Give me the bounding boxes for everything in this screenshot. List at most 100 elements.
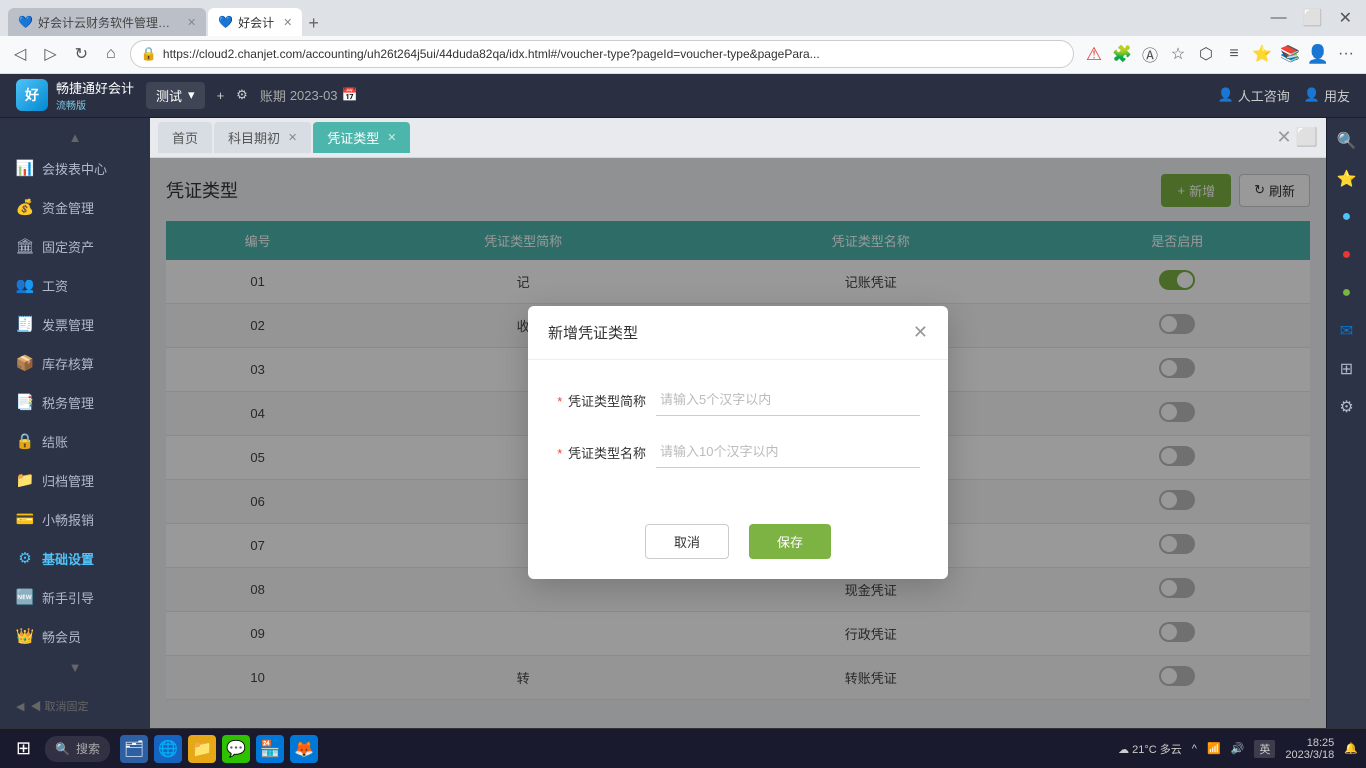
right-search-icon[interactable]: 🔍 bbox=[1332, 126, 1362, 156]
extensions-icon[interactable]: 🧩 bbox=[1112, 44, 1132, 64]
extension-icon[interactable]: ⚠ bbox=[1084, 44, 1104, 64]
url-text: https://cloud2.chanjet.com/accounting/uh… bbox=[163, 47, 820, 61]
star-icon[interactable]: ☆ bbox=[1168, 44, 1188, 64]
profile-icon[interactable]: 👤 bbox=[1308, 44, 1328, 64]
minimize-button[interactable]: — bbox=[1265, 7, 1293, 29]
volume-icon: 🔊 bbox=[1231, 742, 1245, 755]
right-outlook-icon[interactable]: ✉ bbox=[1332, 316, 1362, 346]
sidebar-item-label: 税务管理 bbox=[42, 393, 94, 412]
sidebar-item-invoice[interactable]: 🧾 发票管理 bbox=[0, 305, 150, 344]
start-button[interactable]: ⊞ bbox=[8, 734, 39, 763]
time-block[interactable]: 18:25 2023/3/18 bbox=[1285, 737, 1334, 761]
zoom-icon[interactable]: Ⓐ bbox=[1140, 44, 1160, 64]
sidebar-item-expense[interactable]: 💳 小畅报销 bbox=[0, 500, 150, 539]
right-settings-icon[interactable]: ⚙ bbox=[1332, 392, 1362, 422]
task-icon-explorer[interactable]: 📁 bbox=[188, 735, 216, 763]
tab-subjects-close[interactable]: ✕ bbox=[288, 131, 297, 144]
tab-home-label: 首页 bbox=[172, 128, 198, 147]
taskbar-right: ☁ 21°C 多云 ^ 📶 🔊 英 18:25 2023/3/18 🔔 bbox=[1118, 737, 1358, 761]
back-button[interactable]: ◁ bbox=[10, 40, 30, 68]
screenshot-icon[interactable]: ⬡ bbox=[1196, 44, 1216, 64]
sidebar-item-funds[interactable]: 💰 资金管理 bbox=[0, 188, 150, 227]
panel-expand-btn[interactable]: ⬜ bbox=[1296, 127, 1318, 148]
sidebar-item-inventory[interactable]: 📦 库存核算 bbox=[0, 344, 150, 383]
refresh-button[interactable]: ↻ bbox=[71, 40, 92, 68]
maximize-button[interactable]: ⬜ bbox=[1297, 6, 1329, 30]
sidebar-item-payroll[interactable]: 👥 工资 bbox=[0, 266, 150, 305]
right-blue-icon[interactable]: ● bbox=[1332, 202, 1362, 232]
right-red-icon[interactable]: ● bbox=[1332, 240, 1362, 270]
funds-icon: 💰 bbox=[16, 198, 34, 216]
save-button[interactable]: 保存 bbox=[749, 524, 831, 559]
settings-button[interactable]: ⚙ bbox=[236, 87, 248, 103]
url-input[interactable]: 🔒 https://cloud2.chanjet.com/accounting/… bbox=[130, 40, 1074, 68]
right-star-icon[interactable]: ⭐ bbox=[1332, 164, 1362, 194]
tab1-title: 好会计云财务软件管理系统_会计 bbox=[38, 14, 178, 31]
sidebar-scroll-up[interactable]: ▲ bbox=[0, 126, 150, 149]
short-name-input[interactable] bbox=[656, 384, 920, 416]
tab1-close-btn[interactable]: ✕ bbox=[187, 16, 196, 29]
collapse-icon: ◀ bbox=[16, 700, 24, 713]
forward-button[interactable]: ▷ bbox=[40, 40, 60, 68]
new-tab-button[interactable]: + bbox=[304, 13, 323, 34]
sidebar-item-label: 固定资产 bbox=[42, 237, 94, 256]
sidebar-item-tax[interactable]: 📑 税务管理 bbox=[0, 383, 150, 422]
reader-mode-icon[interactable]: ≡ bbox=[1224, 44, 1244, 64]
taskbar-search[interactable]: 🔍 搜索 bbox=[45, 736, 110, 762]
browser-tab-1[interactable]: 💙 好会计云财务软件管理系统_会计 ✕ bbox=[8, 8, 206, 36]
notification-icon[interactable]: 🔔 bbox=[1344, 742, 1358, 755]
add-workspace-button[interactable]: + bbox=[217, 88, 225, 103]
sidebar: ▲ 📊 会拨表中心 💰 资金管理 🏛 固定资产 👥 bbox=[0, 118, 150, 728]
task-icon-browser[interactable]: 🌐 bbox=[154, 735, 182, 763]
logo-area: 好 畅捷通好会计 流畅版 bbox=[16, 78, 134, 112]
task-icon-wechat[interactable]: 💬 bbox=[222, 735, 250, 763]
tab2-close-btn[interactable]: ✕ bbox=[283, 16, 292, 29]
page-tab-bar: 首页 科目期初 ✕ 凭证类型 ✕ ✕ ⬜ bbox=[150, 118, 1326, 158]
sidebar-item-label: 归档管理 bbox=[42, 471, 94, 490]
sidebar-item-settings[interactable]: ⚙ 基础设置 bbox=[0, 539, 150, 578]
sidebar-item-checkout[interactable]: 🔒 结账 bbox=[0, 422, 150, 461]
sidebar-item-archive[interactable]: 📁 归档管理 bbox=[0, 461, 150, 500]
task-icon-edge[interactable]: 🦊 bbox=[290, 735, 318, 763]
dialog-body: * 凭证类型简称 * 凭证类型名称 bbox=[528, 360, 948, 512]
close-button[interactable]: ✕ bbox=[1333, 6, 1358, 30]
cancel-button[interactable]: 取消 bbox=[645, 524, 729, 559]
browser-tabs-area: 💙 好会计云财务软件管理系统_会计 ✕ 💙 好会计 ✕ + bbox=[0, 0, 1265, 36]
add-icon: + bbox=[217, 88, 225, 103]
right-green-icon[interactable]: ● bbox=[1332, 278, 1362, 308]
add-voucher-type-dialog: 新增凭证类型 ✕ * 凭证类型简称 bbox=[528, 306, 948, 579]
dialog-close-btn[interactable]: ✕ bbox=[913, 322, 928, 343]
taskbar-caret-up[interactable]: ^ bbox=[1192, 743, 1197, 755]
full-name-label: * 凭证类型名称 bbox=[556, 443, 656, 462]
task-icon-store[interactable]: 🏪 bbox=[256, 735, 284, 763]
sidebar-scroll-down[interactable]: ▼ bbox=[0, 656, 150, 679]
input-indicator[interactable]: 英 bbox=[1254, 740, 1275, 758]
workspace-selector[interactable]: 测试 ▾ bbox=[146, 82, 205, 109]
sidebar-item-guide[interactable]: 🆕 新手引导 bbox=[0, 578, 150, 617]
tab-home[interactable]: 首页 bbox=[158, 122, 212, 153]
more-icon[interactable]: ··· bbox=[1336, 44, 1356, 64]
sidebar-item-member[interactable]: 👑 畅会员 bbox=[0, 617, 150, 656]
tab-subjects[interactable]: 科目期初 ✕ bbox=[214, 122, 311, 153]
sidebar-item-accounting-center[interactable]: 📊 会拨表中心 bbox=[0, 149, 150, 188]
tab-voucher-type[interactable]: 凭证类型 ✕ bbox=[313, 122, 410, 153]
browser-tab-2[interactable]: 💙 好会计 ✕ bbox=[208, 8, 302, 36]
collections-icon[interactable]: 📚 bbox=[1280, 44, 1300, 64]
user-button[interactable]: 👤 用友 bbox=[1304, 86, 1350, 105]
right-grid-icon[interactable]: ⊞ bbox=[1332, 354, 1362, 384]
full-name-input[interactable] bbox=[656, 436, 920, 468]
sidebar-item-label: 新手引导 bbox=[42, 588, 94, 607]
network-icon: 📶 bbox=[1207, 742, 1221, 755]
sidebar-item-fixed-assets[interactable]: 🏛 固定资产 bbox=[0, 227, 150, 266]
favorites-icon[interactable]: ⭐ bbox=[1252, 44, 1272, 64]
task-icon-files[interactable]: 🗂 bbox=[120, 735, 148, 763]
tab-voucher-type-close[interactable]: ✕ bbox=[387, 131, 396, 144]
main-content: 首页 科目期初 ✕ 凭证类型 ✕ ✕ ⬜ bbox=[150, 118, 1326, 728]
panel-close-btn[interactable]: ✕ bbox=[1276, 127, 1291, 148]
help-button[interactable]: 👤 人工咨询 bbox=[1218, 86, 1290, 105]
home-button[interactable]: ⌂ bbox=[102, 41, 120, 67]
sidebar-collapse-btn[interactable]: ◀ ◀ 取消固定 bbox=[0, 692, 150, 720]
required-mark: * bbox=[557, 394, 562, 409]
system-time: 18:25 bbox=[1285, 737, 1334, 749]
required-mark2: * bbox=[557, 446, 562, 461]
